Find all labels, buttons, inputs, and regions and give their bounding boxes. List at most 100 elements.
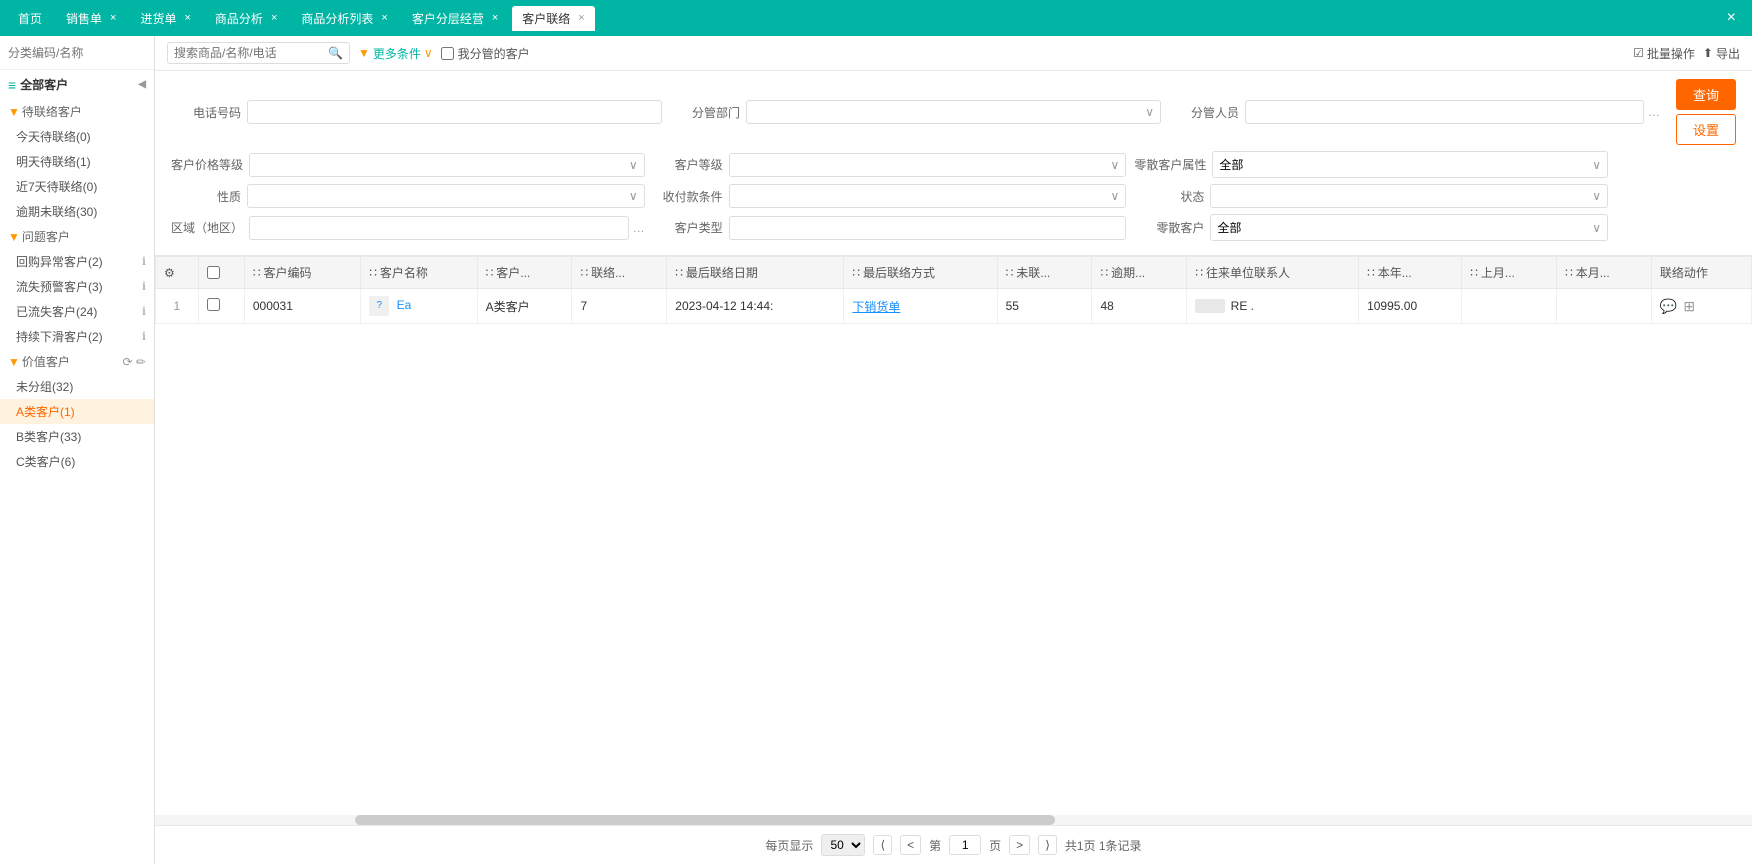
row-overdue: 48	[1092, 289, 1187, 324]
value-group-icons[interactable]: ⟳ ✏	[123, 355, 146, 369]
status-label: 状态	[1134, 188, 1204, 205]
setting-button[interactable]: 设置	[1676, 114, 1736, 145]
tab-sales-close[interactable]: ×	[110, 12, 116, 24]
nature-select[interactable]: ∨	[247, 184, 645, 208]
row-name[interactable]: ? Ea	[361, 289, 477, 324]
search-icon[interactable]: 🔍	[328, 46, 343, 60]
th-level[interactable]: ∷ 客户...	[477, 257, 572, 289]
nav-tab-sales[interactable]: 销售单 ×	[56, 6, 126, 31]
th-this-year[interactable]: ∷ 本年...	[1359, 257, 1462, 289]
phone-input[interactable]	[247, 100, 662, 124]
sidebar-item-7days[interactable]: 近7天待联络(0)	[0, 174, 154, 199]
row-checkbox[interactable]	[198, 289, 244, 324]
pending-contact-group[interactable]: ▼ 待联络客户	[0, 99, 154, 124]
export-button[interactable]: ⬆ 导出	[1703, 45, 1740, 62]
filter-region: 区域（地区） …	[171, 216, 645, 240]
sidebar-item-class-a[interactable]: A类客户(1)	[0, 399, 154, 424]
today-label: 今天待联络(0)	[16, 128, 91, 145]
dept-select[interactable]: ∨	[746, 100, 1161, 124]
category-search-input[interactable]	[8, 46, 155, 60]
nav-tab-customer-tier[interactable]: 客户分层经营 ×	[402, 6, 508, 31]
value-customers-label: 价值客户	[22, 353, 70, 370]
sidebar-item-abnormal-repurchase[interactable]: 回购异常客户(2) ℹ	[0, 249, 154, 274]
first-page-button[interactable]: ⟨	[873, 835, 892, 855]
th-gear[interactable]: ⚙	[156, 257, 199, 289]
problem-customers-group[interactable]: ▼ 问题客户	[0, 224, 154, 249]
horizontal-scrollbar[interactable]	[155, 815, 1752, 825]
nav-tab-analysis-list[interactable]: 商品分析列表 ×	[291, 6, 397, 31]
tab-customer-contact-close[interactable]: ×	[578, 12, 584, 24]
info-icon-1: ℹ	[142, 255, 146, 268]
sidebar-item-ungrouped[interactable]: 未分组(32)	[0, 374, 154, 399]
nav-home[interactable]: 首页	[8, 6, 52, 31]
last-page-button[interactable]: ⟩	[1038, 835, 1057, 855]
nav-tab-purchase[interactable]: 进货单 ×	[130, 6, 200, 31]
th-checkbox[interactable]	[198, 257, 244, 289]
th-this-month[interactable]: ∷ 本月...	[1557, 257, 1652, 289]
th-name[interactable]: ∷ 客户名称	[361, 257, 477, 289]
row-check[interactable]	[207, 298, 220, 311]
my-customer-checkbox[interactable]: 我分管的客户	[441, 45, 530, 62]
nav-tab-customer-contact[interactable]: 客户联络 ×	[512, 6, 594, 31]
value-customers-group[interactable]: ▼ 价值客户 ⟳ ✏	[0, 349, 154, 374]
th-last-method[interactable]: ∷ 最后联络方式	[844, 257, 997, 289]
page-size-label: 每页显示	[765, 837, 813, 854]
select-all-checkbox[interactable]	[207, 266, 220, 279]
th-overdue[interactable]: ∷ 逾期...	[1092, 257, 1187, 289]
batch-op-button[interactable]: ☑ 批量操作	[1633, 45, 1695, 62]
sidebar-item-lost[interactable]: 已流失客户(24) ℹ	[0, 299, 154, 324]
tab-analysis-close[interactable]: ×	[271, 12, 277, 24]
row-last-method[interactable]: 下销货单	[844, 289, 997, 324]
sidebar-item-loss-warning[interactable]: 流失预警客户(3) ℹ	[0, 274, 154, 299]
query-button[interactable]: 查询	[1676, 79, 1736, 110]
customers-table: ⚙ ∷ 客户编码 ∷ 客户名称 ∷ 客户... ∷ 联络... ∷ 最后联络日期…	[155, 256, 1752, 324]
status-select[interactable]: ∨	[1210, 184, 1608, 208]
nav-tab-analysis[interactable]: 商品分析 ×	[205, 6, 287, 31]
retail-attr-select[interactable]: 全部 ∨	[1212, 151, 1608, 178]
region-input[interactable]	[249, 216, 629, 240]
sidebar-item-tomorrow[interactable]: 明天待联络(1)	[0, 149, 154, 174]
my-customer-check-input[interactable]	[441, 47, 454, 60]
tab-customer-tier-close[interactable]: ×	[492, 12, 498, 24]
sidebar-item-today[interactable]: 今天待联络(0)	[0, 124, 154, 149]
sidebar-item-declining[interactable]: 持续下滑客户(2) ℹ	[0, 324, 154, 349]
filter-row-4: 区域（地区） … 客户类型 零散客户 全部 ∨	[171, 214, 1736, 241]
sidebar-item-class-c[interactable]: C类客户(6)	[0, 449, 154, 474]
sidebar-collapse-icon[interactable]: ◀	[138, 79, 146, 90]
tab-analysis-list-close[interactable]: ×	[381, 12, 387, 24]
th-code[interactable]: ∷ 客户编码	[244, 257, 360, 289]
sidebar-item-class-b[interactable]: B类客户(33)	[0, 424, 154, 449]
customer-type-input[interactable]	[729, 216, 1127, 240]
page-size-select[interactable]: 50	[821, 834, 865, 856]
all-customers-header[interactable]: ≡ 全部客户 ◀	[0, 70, 154, 99]
manager-dots[interactable]: …	[1648, 105, 1660, 119]
region-dots[interactable]: …	[633, 221, 645, 235]
tab-purchase-close[interactable]: ×	[184, 12, 190, 24]
customer-level-select[interactable]: ∨	[729, 153, 1127, 177]
last-method-link[interactable]: 下销货单	[852, 300, 900, 314]
customer-level-chevron: ∨	[1111, 158, 1120, 172]
payment-select[interactable]: ∨	[729, 184, 1127, 208]
th-last-date[interactable]: ∷ 最后联络日期	[667, 257, 844, 289]
dept-chevron: ∨	[1145, 105, 1154, 119]
th-contact-count[interactable]: ∷ 联络...	[572, 257, 667, 289]
price-level-select[interactable]: ∨	[249, 153, 645, 177]
toolbar-right: ☑ 批量操作 ⬆ 导出	[1633, 45, 1740, 62]
filter-manager: 分管人员 …	[1169, 100, 1660, 124]
th-contact-person[interactable]: ∷ 往来单位联系人	[1187, 257, 1359, 289]
prev-page-button[interactable]: <	[900, 835, 921, 855]
grid-icon[interactable]: ⊞	[1683, 298, 1695, 315]
next-page-button[interactable]: >	[1009, 835, 1030, 855]
filter-retail-customer: 零散客户 全部 ∨	[1134, 214, 1608, 241]
retail-customer-select[interactable]: 全部 ∨	[1210, 214, 1608, 241]
manager-input[interactable]	[1245, 100, 1644, 124]
th-no-contact[interactable]: ∷ 未联...	[997, 257, 1092, 289]
sidebar-item-overdue[interactable]: 逾期未联络(30)	[0, 199, 154, 224]
close-all-button[interactable]: ×	[1719, 9, 1744, 27]
page-number-input[interactable]	[949, 835, 981, 855]
more-filter-button[interactable]: ▼ 更多条件 ∨	[358, 45, 433, 62]
scrollbar-thumb[interactable]	[355, 815, 1055, 825]
chat-icon[interactable]: 💬	[1660, 298, 1677, 315]
search-input[interactable]	[174, 46, 324, 60]
th-last-month[interactable]: ∷ 上月...	[1462, 257, 1557, 289]
